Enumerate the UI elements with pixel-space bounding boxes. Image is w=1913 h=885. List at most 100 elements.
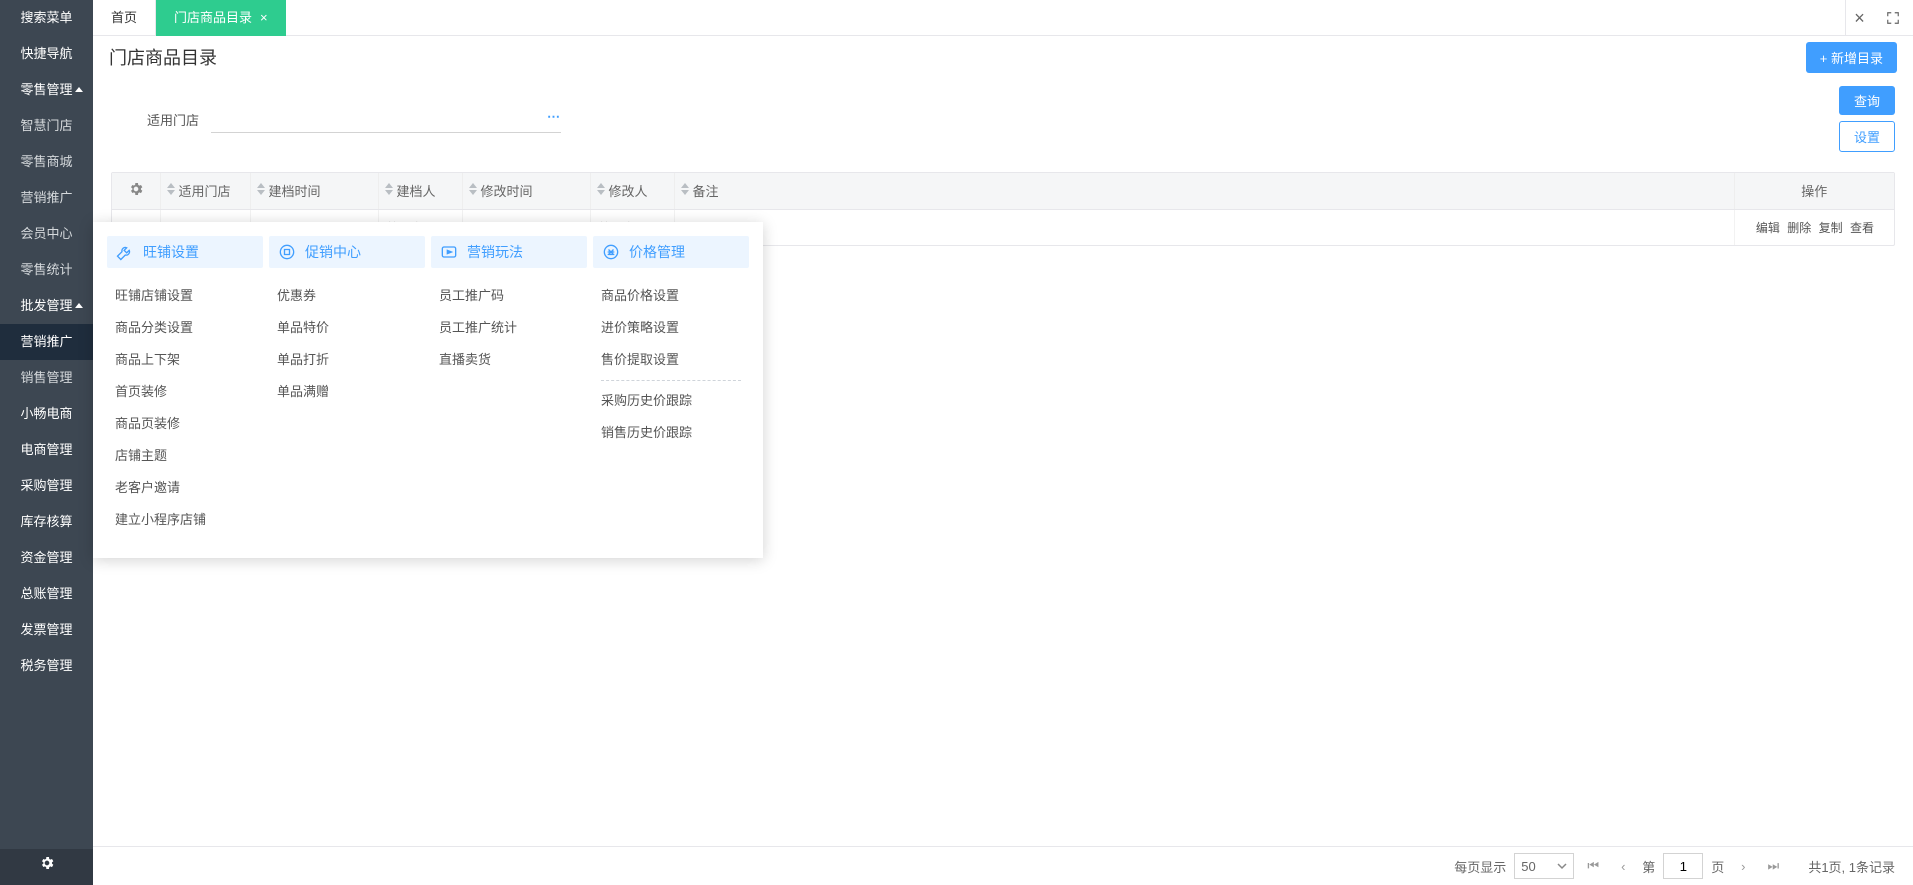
sidebar-item-inventory-check[interactable]: 库存核算 — [0, 504, 93, 540]
fullscreen-button[interactable] — [1879, 0, 1907, 36]
flyout-item[interactable]: 销售历史价跟踪 — [593, 417, 749, 449]
flyout-item[interactable]: 单品特价 — [269, 312, 425, 344]
per-page-label: 每页显示 — [1454, 857, 1506, 876]
sidebar-item-retail-stats[interactable]: 零售统计 — [0, 252, 93, 288]
col-remark[interactable]: 备注 — [674, 173, 1734, 209]
flyout-item[interactable]: 建立小程序店铺 — [107, 504, 263, 536]
close-all-tabs-button[interactable]: × — [1845, 0, 1873, 36]
flyout-item[interactable]: 优惠券 — [269, 280, 425, 312]
page-prev-button[interactable]: ‹ — [1612, 855, 1634, 877]
tab-label: 门店商品目录 — [174, 10, 252, 25]
page-first-button[interactable]: ⏮ — [1582, 855, 1604, 877]
flyout-item[interactable]: 旺铺店铺设置 — [107, 280, 263, 312]
flyout-item[interactable]: 商品价格设置 — [593, 280, 749, 312]
sort-icon — [167, 183, 175, 195]
flyout-item[interactable]: 商品分类设置 — [107, 312, 263, 344]
row-action-view[interactable]: 查看 — [1850, 221, 1874, 235]
flyout-item[interactable]: 店铺主题 — [107, 440, 263, 472]
gear-icon — [128, 181, 144, 197]
filter-actions: 查询 设置 — [1839, 86, 1895, 152]
page-number-input[interactable] — [1663, 853, 1703, 879]
promo-icon — [277, 242, 297, 262]
page-header: 门店商品目录 + 新增目录 — [93, 36, 1913, 78]
flyout-item[interactable]: 直播卖货 — [431, 344, 587, 376]
col-creator[interactable]: 建档人 — [378, 173, 462, 209]
row-action-copy[interactable]: 复制 — [1819, 221, 1843, 235]
sidebar-item-sales-mgmt[interactable]: 销售管理 — [0, 360, 93, 396]
flyout-item[interactable]: 员工推广码 — [431, 280, 587, 312]
fullscreen-icon — [1886, 11, 1900, 25]
sidebar-item-member-center[interactable]: 会员中心 — [0, 216, 93, 252]
sidebar-settings-button[interactable] — [0, 849, 93, 885]
flyout-item[interactable]: 采购历史价跟踪 — [593, 385, 749, 417]
applicable-store-input[interactable] — [211, 105, 561, 133]
col-store[interactable]: 适用门店 — [160, 173, 250, 209]
add-catalog-button[interactable]: + 新增目录 — [1806, 42, 1897, 73]
sidebar-item-smart-store[interactable]: 智慧门店 — [0, 108, 93, 144]
pagination-footer: 每页显示 50 ⏮ ‹ 第 页 › ⏭ 共1页, 1条记录 — [93, 846, 1913, 885]
price-icon — [601, 242, 621, 262]
flyout-column: 价格管理 商品价格设置 进价策略设置 售价提取设置 采购历史价跟踪 销售历史价跟… — [593, 236, 749, 536]
flyout-item[interactable]: 员工推广统计 — [431, 312, 587, 344]
flyout-header-promo: 促销中心 — [269, 236, 425, 268]
col-updater[interactable]: 修改人 — [590, 173, 674, 209]
flyout-item[interactable]: 售价提取设置 — [593, 344, 749, 376]
page-suffix: 页 — [1711, 857, 1724, 876]
sidebar-item-invoice-mgmt[interactable]: 发票管理 — [0, 612, 93, 648]
cell-remark — [674, 209, 1734, 245]
page-size-select[interactable]: 50 — [1514, 853, 1574, 879]
sidebar-item-tax-mgmt[interactable]: 税务管理 — [0, 648, 93, 684]
sidebar-item-quick-nav[interactable]: 快捷导航 — [0, 36, 93, 72]
page-next-button[interactable]: › — [1732, 855, 1754, 877]
sort-icon — [597, 183, 605, 195]
flyout-item[interactable]: 老客户邀请 — [107, 472, 263, 504]
page-last-button[interactable]: ⏭ — [1762, 855, 1784, 877]
col-created-at[interactable]: 建档时间 — [250, 173, 378, 209]
sidebar-item-search-menu[interactable]: 搜索菜单 — [0, 0, 93, 36]
sidebar-item-xc-ecom[interactable]: 小畅电商 — [0, 396, 93, 432]
sort-icon — [385, 183, 393, 195]
chevron-down-icon — [1557, 861, 1567, 871]
page-prefix: 第 — [1642, 857, 1655, 876]
sidebar-item-purchase-mgmt[interactable]: 采购管理 — [0, 468, 93, 504]
row-action-delete[interactable]: 删除 — [1787, 221, 1811, 235]
sort-icon — [257, 183, 265, 195]
filter-bar: 适用门店 ⋯ 查询 设置 — [93, 78, 1913, 160]
flyout-column: 促销中心 优惠券 单品特价 单品打折 单品满赠 — [269, 236, 425, 536]
wrench-icon — [115, 242, 135, 262]
flyout-header-marketing: 营销玩法 — [431, 236, 587, 268]
sidebar-item-retail-mall[interactable]: 零售商城 — [0, 144, 93, 180]
sidebar-item-retail-mgmt[interactable]: 零售管理 — [0, 72, 93, 108]
triangle-up-icon — [75, 303, 83, 308]
tab-close-icon[interactable]: × — [260, 10, 268, 25]
sidebar-item-fund-mgmt[interactable]: 资金管理 — [0, 540, 93, 576]
tabs-bar: 首页 门店商品目录 × × — [93, 0, 1913, 36]
flyout-item[interactable]: 单品打折 — [269, 344, 425, 376]
sidebar-item-gl-mgmt[interactable]: 总账管理 — [0, 576, 93, 612]
tab-home[interactable]: 首页 — [93, 0, 156, 36]
sidebar-item-ecom-mgmt[interactable]: 电商管理 — [0, 432, 93, 468]
flyout-item[interactable]: 进价策略设置 — [593, 312, 749, 344]
pagination-summary: 共1页, 1条记录 — [1808, 857, 1895, 876]
page-size-value: 50 — [1521, 859, 1535, 874]
col-updated-at[interactable]: 修改时间 — [462, 173, 590, 209]
flyout-column: 营销玩法 员工推广码 员工推广统计 直播卖货 — [431, 236, 587, 536]
flyout-item[interactable]: 商品页装修 — [107, 408, 263, 440]
more-icon[interactable]: ⋯ — [547, 109, 561, 125]
column-gear[interactable] — [112, 173, 160, 209]
play-icon — [439, 242, 459, 262]
sidebar: 搜索菜单 快捷导航 零售管理 智慧门店 零售商城 营销推广 会员中心 零售统计 … — [0, 0, 93, 885]
flyout-item[interactable]: 首页装修 — [107, 376, 263, 408]
settings-button[interactable]: 设置 — [1839, 121, 1895, 152]
cell-actions: 编辑 删除 复制 查看 — [1734, 209, 1894, 245]
flyout-item[interactable]: 商品上下架 — [107, 344, 263, 376]
flyout-item[interactable]: 单品满赠 — [269, 376, 425, 408]
sort-icon — [681, 183, 689, 195]
sidebar-item-wholesale-mgmt[interactable]: 批发管理 — [0, 288, 93, 324]
row-action-edit[interactable]: 编辑 — [1756, 221, 1780, 235]
sidebar-item-mkt-promo-retail[interactable]: 营销推广 — [0, 180, 93, 216]
tab-store-goods-catalog[interactable]: 门店商品目录 × — [156, 0, 286, 36]
sidebar-item-mkt-promo-wh[interactable]: 营销推广 — [0, 324, 93, 360]
search-button[interactable]: 查询 — [1839, 86, 1895, 115]
filter-input-wrap: ⋯ — [211, 105, 561, 133]
